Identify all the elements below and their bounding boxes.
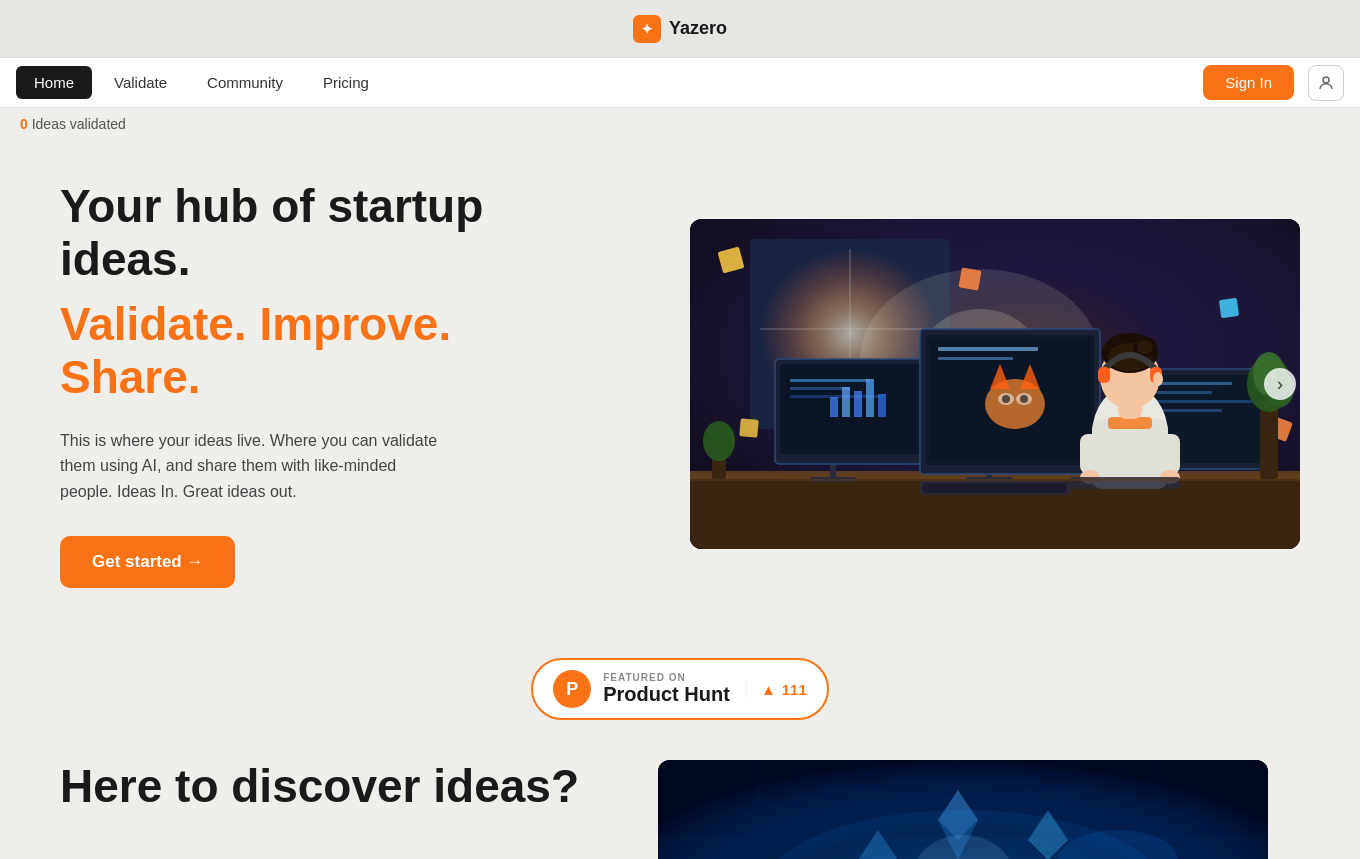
svg-rect-69 xyxy=(958,268,981,291)
svg-rect-44 xyxy=(1152,391,1212,394)
ph-logo: P xyxy=(553,670,591,708)
svg-rect-23 xyxy=(866,379,874,417)
hero-illustration: › xyxy=(690,219,1300,549)
ideas-count: 0 xyxy=(20,116,28,132)
svg-rect-70 xyxy=(1219,298,1239,318)
top-bar: ✦ Yazero xyxy=(0,0,1360,58)
svg-rect-80 xyxy=(690,479,1300,481)
svg-point-67 xyxy=(1153,372,1163,386)
svg-rect-55 xyxy=(1080,434,1100,474)
ph-featured-label: FEATURED ON xyxy=(603,672,730,683)
product-hunt-section: P FEATURED ON Product Hunt ▲ 111 xyxy=(0,628,1360,760)
ph-product-name: Product Hunt xyxy=(603,683,730,706)
svg-rect-32 xyxy=(938,357,1013,360)
svg-rect-18 xyxy=(790,387,850,390)
svg-text:›: › xyxy=(1277,374,1283,394)
svg-rect-56 xyxy=(1160,434,1180,474)
nav-validate-button[interactable]: Validate xyxy=(96,66,185,99)
bottom-title: Here to discover ideas? xyxy=(60,760,618,813)
get-started-button[interactable]: Get started → xyxy=(60,536,235,588)
bottom-illustration xyxy=(658,760,1268,859)
svg-rect-49 xyxy=(923,483,1067,493)
svg-point-39 xyxy=(1020,395,1028,403)
svg-rect-45 xyxy=(1152,400,1252,403)
ph-upvote-icon: ▲ xyxy=(761,681,776,698)
svg-rect-73 xyxy=(1070,477,1180,489)
hero-section: Your hub of startup ideas. Validate. Imp… xyxy=(0,140,1360,628)
nav-home-button[interactable]: Home xyxy=(16,66,92,99)
hero-right: › xyxy=(600,219,1300,549)
hero-title: Your hub of startup ideas. xyxy=(60,180,560,286)
nav-bar: Home Validate Community Pricing Sign In xyxy=(0,58,1360,108)
user-icon[interactable] xyxy=(1308,65,1344,101)
product-hunt-badge[interactable]: P FEATURED ON Product Hunt ▲ 111 xyxy=(531,658,829,720)
svg-rect-22 xyxy=(854,391,862,417)
svg-rect-31 xyxy=(938,347,1038,351)
sign-in-button[interactable]: Sign In xyxy=(1203,65,1294,100)
svg-rect-20 xyxy=(830,397,838,417)
ideas-label-text: Ideas validated xyxy=(32,116,126,132)
hero-image: › xyxy=(690,219,1300,549)
hero-description: This is where your ideas live. Where you… xyxy=(60,428,440,505)
stats-bar: 0 Ideas validated xyxy=(0,108,1360,140)
ph-text-area: FEATURED ON Product Hunt xyxy=(603,672,730,706)
nav-pricing-button[interactable]: Pricing xyxy=(305,66,387,99)
logo-icon: ✦ xyxy=(633,15,661,43)
svg-rect-24 xyxy=(878,394,886,417)
svg-rect-21 xyxy=(842,387,850,417)
svg-point-0 xyxy=(1323,77,1329,83)
svg-rect-43 xyxy=(1152,382,1232,385)
svg-point-79 xyxy=(703,421,735,461)
svg-point-64 xyxy=(1137,340,1153,354)
ph-vote-count: 111 xyxy=(782,681,807,698)
svg-rect-72 xyxy=(739,418,759,438)
hero-left: Your hub of startup ideas. Validate. Imp… xyxy=(60,180,560,588)
svg-rect-65 xyxy=(1098,367,1110,383)
logo-text: Yazero xyxy=(669,18,727,39)
svg-point-38 xyxy=(1002,395,1010,403)
svg-rect-17 xyxy=(790,379,870,382)
bottom-left: Here to discover ideas? xyxy=(60,760,618,813)
nav-community-button[interactable]: Community xyxy=(189,66,301,99)
bottom-right xyxy=(658,760,1300,859)
bottom-image xyxy=(658,760,1268,859)
ph-votes: ▲ 111 xyxy=(746,681,807,698)
bottom-section: Here to discover ideas? xyxy=(0,760,1360,859)
logo-area: ✦ Yazero xyxy=(633,15,727,43)
hero-subtitle: Validate. Improve. Share. xyxy=(60,298,560,404)
